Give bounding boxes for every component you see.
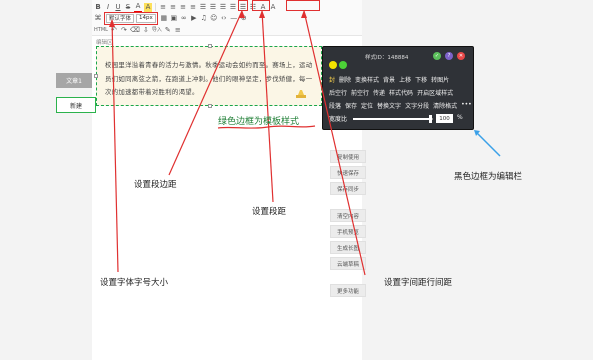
annotation-font-size: 设置字体字号大小 [100, 278, 169, 288]
annotation-paragraph-spacing: 设置段距 [252, 207, 287, 217]
annotation-template-style: 绿色边框为模板样式 [218, 117, 300, 127]
annotation-paragraph-margin: 设置段边距 [134, 180, 177, 190]
annotation-letter-line-spacing: 设置字间距行间距 [384, 278, 453, 288]
annotation-editor-bar: 黑色边框为编辑栏 [454, 172, 523, 182]
